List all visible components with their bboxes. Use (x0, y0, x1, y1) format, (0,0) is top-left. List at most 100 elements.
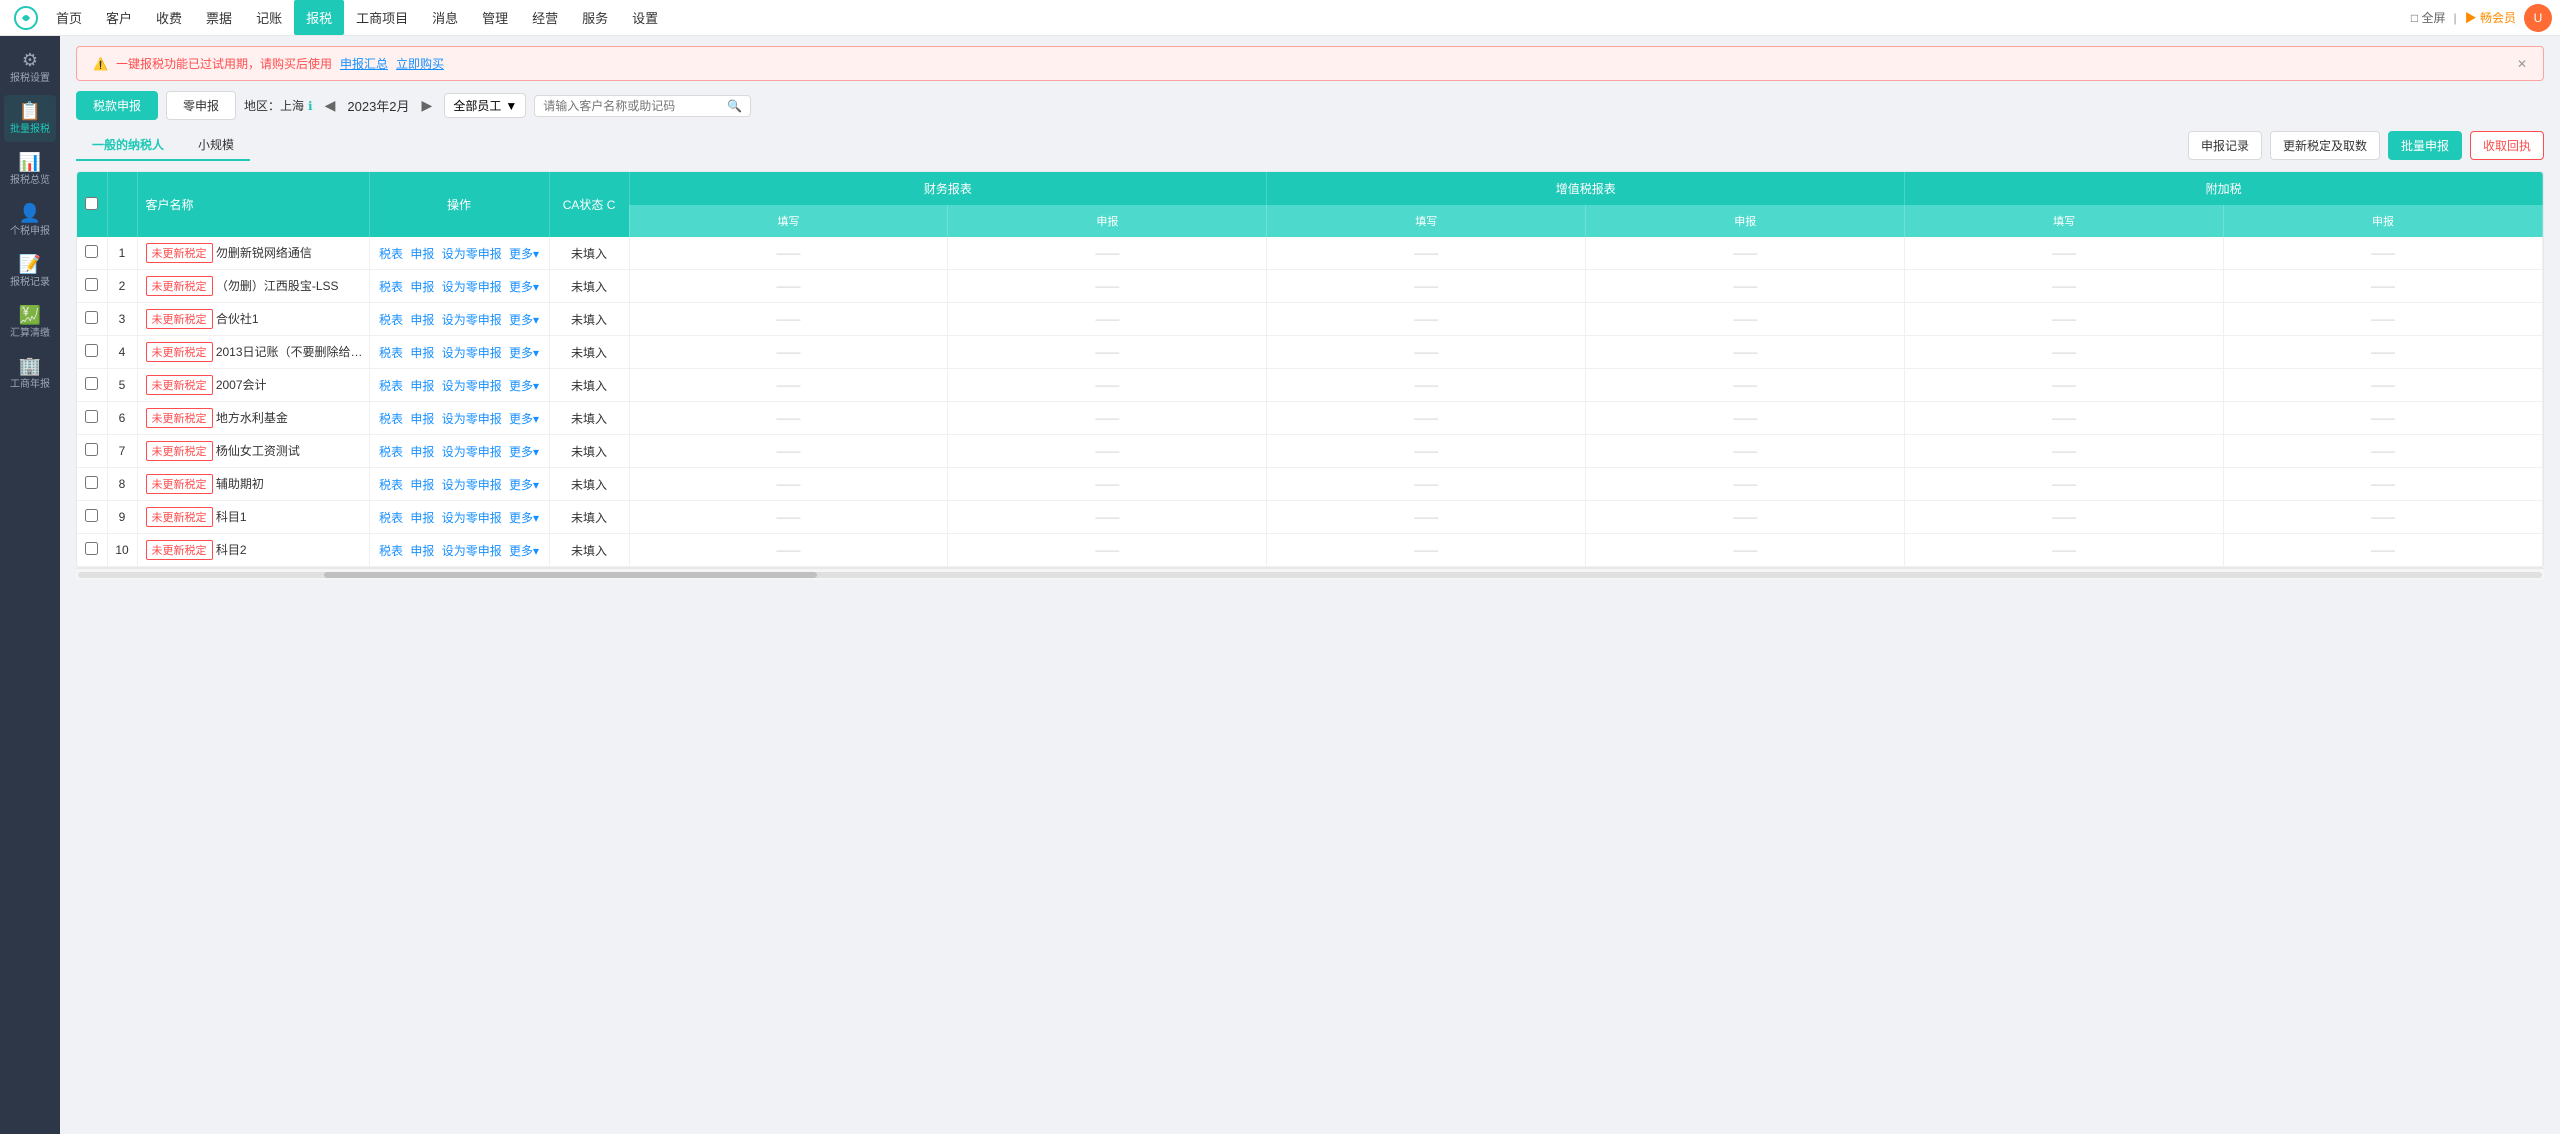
op-more-1[interactable]: 更多▾ (509, 280, 539, 294)
info-icon[interactable]: ℹ (308, 99, 313, 113)
op-more-3[interactable]: 更多▾ (509, 346, 539, 360)
op-zero-declare-2[interactable]: 设为零申报 (442, 313, 502, 327)
op-zero-declare-1[interactable]: 设为零申报 (442, 280, 502, 294)
op-zero-declare-6[interactable]: 设为零申报 (442, 445, 502, 459)
nav-message[interactable]: 消息 (420, 0, 470, 35)
date-next-button[interactable]: ▶ (418, 95, 437, 116)
op-tax-table-6[interactable]: 税表 (379, 445, 403, 459)
nav-tax[interactable]: 报税 (294, 0, 344, 35)
sidebar-item-tax-settings[interactable]: ⚙ 报税设置 (4, 44, 56, 91)
date-prev-button[interactable]: ◀ (321, 95, 340, 116)
declaration-records-button[interactable]: 申报记录 (2188, 131, 2262, 160)
op-zero-declare-7[interactable]: 设为零申报 (442, 478, 502, 492)
op-more-7[interactable]: 更多▾ (509, 478, 539, 492)
sidebar-item-annual-report[interactable]: 🏢 工商年报 (4, 350, 56, 397)
nav-client[interactable]: 客户 (94, 0, 144, 35)
member-button[interactable]: ▶ 畅会员 (2465, 9, 2516, 26)
row-check-7[interactable] (85, 476, 98, 489)
tab-small-scale[interactable]: 小规模 (182, 130, 250, 161)
op-tax-table-9[interactable]: 税表 (379, 544, 403, 558)
op-declare-0[interactable]: 申报 (410, 247, 434, 261)
nav-home[interactable]: 首页 (44, 0, 94, 35)
op-tax-table-3[interactable]: 税表 (379, 346, 403, 360)
nav-service[interactable]: 服务 (570, 0, 620, 35)
row-checkbox-8[interactable] (77, 501, 107, 534)
horizontal-scrollbar[interactable] (76, 568, 2544, 580)
row-check-0[interactable] (85, 245, 98, 258)
op-declare-6[interactable]: 申报 (410, 445, 434, 459)
tab-general-taxpayer[interactable]: 一般的纳税人 (76, 130, 180, 161)
row-checkbox-2[interactable] (77, 303, 107, 336)
search-input[interactable] (543, 99, 723, 113)
op-more-0[interactable]: 更多▾ (509, 247, 539, 261)
op-zero-declare-8[interactable]: 设为零申报 (442, 511, 502, 525)
row-checkbox-6[interactable] (77, 435, 107, 468)
op-zero-declare-3[interactable]: 设为零申报 (442, 346, 502, 360)
row-check-8[interactable] (85, 509, 98, 522)
op-more-6[interactable]: 更多▾ (509, 445, 539, 459)
op-more-8[interactable]: 更多▾ (509, 511, 539, 525)
tab-tax-declaration[interactable]: 税款申报 (76, 91, 158, 120)
op-tax-table-2[interactable]: 税表 (379, 313, 403, 327)
op-zero-declare-0[interactable]: 设为零申报 (442, 247, 502, 261)
op-tax-table-7[interactable]: 税表 (379, 478, 403, 492)
op-declare-1[interactable]: 申报 (410, 280, 434, 294)
op-declare-9[interactable]: 申报 (410, 544, 434, 558)
fetch-back-button[interactable]: 收取回执 (2470, 131, 2544, 160)
sidebar-item-batch-tax[interactable]: 📋 批量报税 (4, 95, 56, 142)
row-checkbox-9[interactable] (77, 534, 107, 567)
row-check-4[interactable] (85, 377, 98, 390)
row-check-1[interactable] (85, 278, 98, 291)
batch-declaration-button[interactable]: 批量申报 (2388, 131, 2462, 160)
op-tax-table-8[interactable]: 税表 (379, 511, 403, 525)
op-more-9[interactable]: 更多▾ (509, 544, 539, 558)
row-checkbox-5[interactable] (77, 402, 107, 435)
fullscreen-button[interactable]: □ 全屏 (2411, 9, 2446, 26)
op-zero-declare-5[interactable]: 设为零申报 (442, 412, 502, 426)
op-declare-5[interactable]: 申报 (410, 412, 434, 426)
staff-selector[interactable]: 全部员工 ▼ (444, 93, 526, 118)
op-more-4[interactable]: 更多▾ (509, 379, 539, 393)
op-tax-table-4[interactable]: 税表 (379, 379, 403, 393)
alert-link-buy[interactable]: 立即购买 (396, 55, 444, 72)
update-fetch-button[interactable]: 更新税定及取数 (2270, 131, 2380, 160)
nav-operation[interactable]: 经营 (520, 0, 570, 35)
sidebar-item-tax-records[interactable]: 📝 报税记录 (4, 248, 56, 295)
op-more-2[interactable]: 更多▾ (509, 313, 539, 327)
search-icon[interactable]: 🔍 (727, 99, 742, 113)
op-tax-table-0[interactable]: 税表 (379, 247, 403, 261)
scroll-thumb[interactable] (324, 572, 817, 578)
op-tax-table-5[interactable]: 税表 (379, 412, 403, 426)
sidebar-item-annual-clear[interactable]: 💹 汇算清缴 (4, 299, 56, 346)
sidebar-item-personal-tax[interactable]: 👤 个税申报 (4, 197, 56, 244)
row-checkbox-1[interactable] (77, 270, 107, 303)
select-all-checkbox[interactable] (85, 197, 98, 210)
row-check-5[interactable] (85, 410, 98, 423)
nav-settings[interactable]: 设置 (620, 0, 670, 35)
op-tax-table-1[interactable]: 税表 (379, 280, 403, 294)
row-checkbox-4[interactable] (77, 369, 107, 402)
alert-link-summary[interactable]: 申报汇总 (340, 55, 388, 72)
nav-fee[interactable]: 收费 (144, 0, 194, 35)
op-declare-7[interactable]: 申报 (410, 478, 434, 492)
tab-zero-declaration[interactable]: 零申报 (166, 91, 236, 120)
op-declare-4[interactable]: 申报 (410, 379, 434, 393)
nav-invoice[interactable]: 票据 (194, 0, 244, 35)
op-zero-declare-9[interactable]: 设为零申报 (442, 544, 502, 558)
op-declare-2[interactable]: 申报 (410, 313, 434, 327)
op-declare-3[interactable]: 申报 (410, 346, 434, 360)
row-check-2[interactable] (85, 311, 98, 324)
nav-business[interactable]: 工商项目 (344, 0, 420, 35)
row-check-6[interactable] (85, 443, 98, 456)
op-zero-declare-4[interactable]: 设为零申报 (442, 379, 502, 393)
op-declare-8[interactable]: 申报 (410, 511, 434, 525)
row-checkbox-3[interactable] (77, 336, 107, 369)
row-check-9[interactable] (85, 542, 98, 555)
alert-close-button[interactable]: ✕ (2517, 57, 2527, 71)
row-checkbox-7[interactable] (77, 468, 107, 501)
sidebar-item-tax-overview[interactable]: 📊 报税总览 (4, 146, 56, 193)
op-more-5[interactable]: 更多▾ (509, 412, 539, 426)
nav-manage[interactable]: 管理 (470, 0, 520, 35)
row-checkbox-0[interactable] (77, 237, 107, 270)
nav-accounting[interactable]: 记账 (244, 0, 294, 35)
